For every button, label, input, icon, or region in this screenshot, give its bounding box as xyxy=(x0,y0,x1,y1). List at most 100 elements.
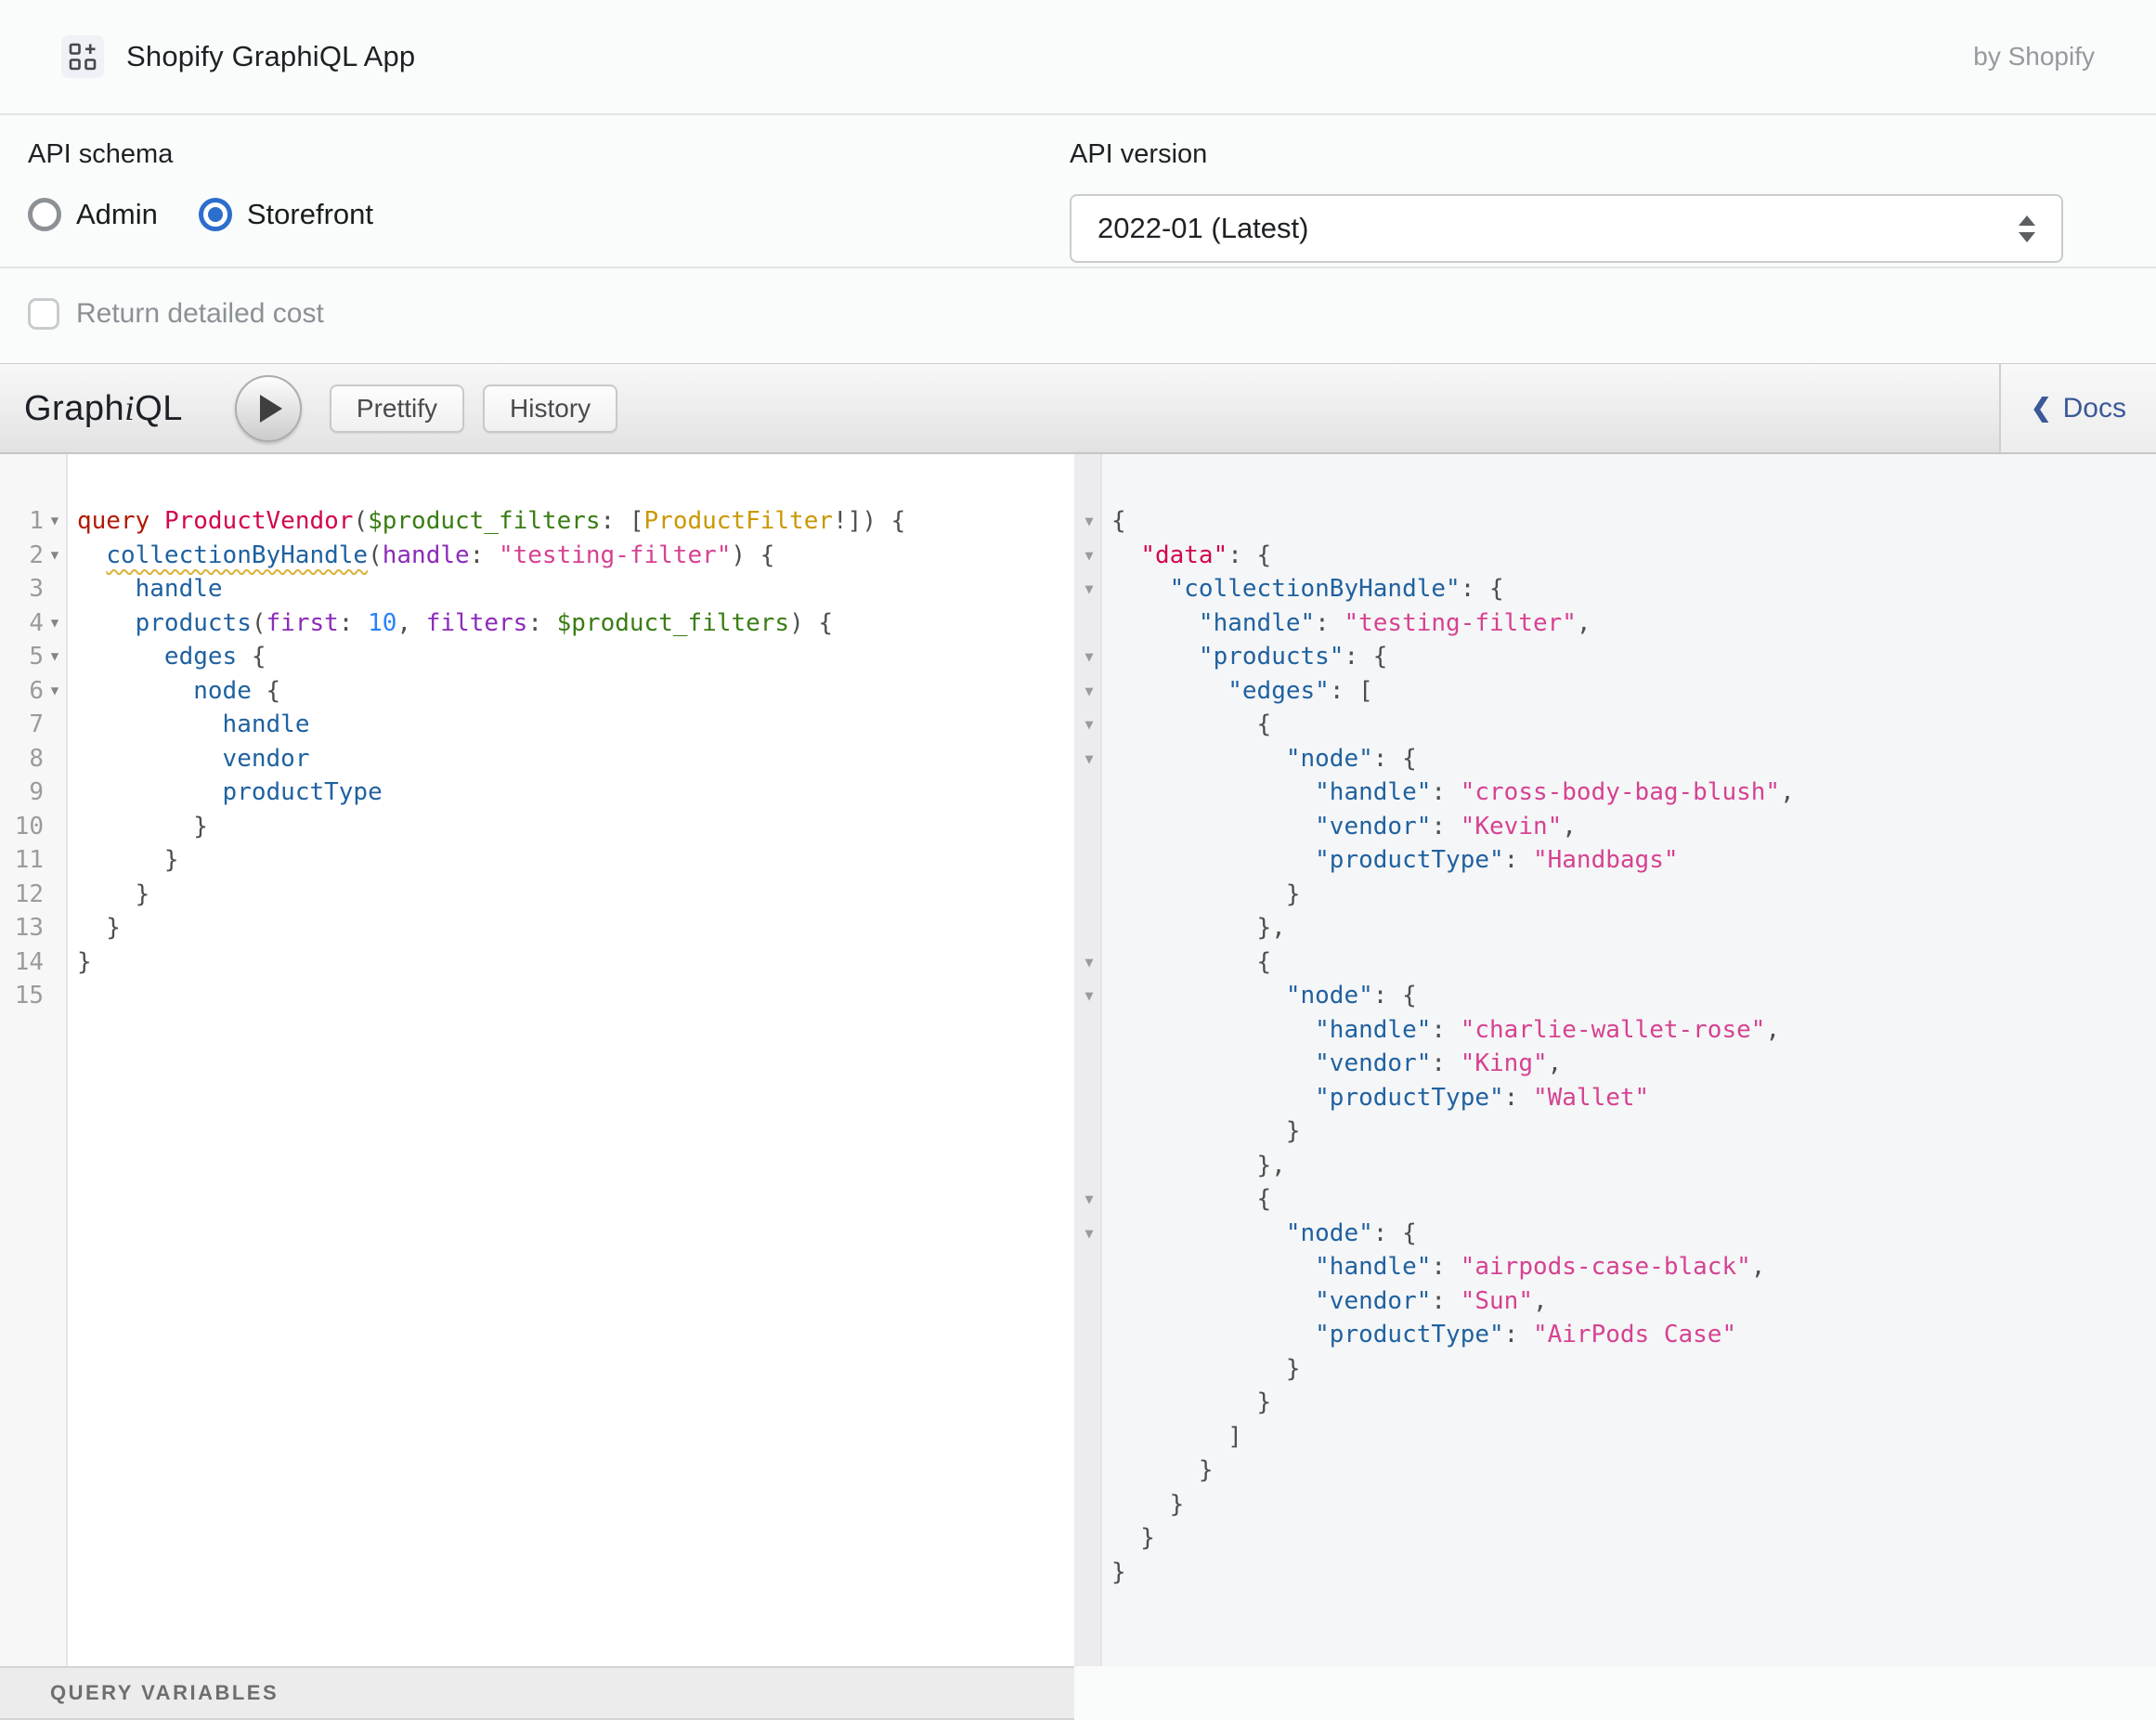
query-pane: 1▼2▼34▼5▼6▼789101112131415 query Product… xyxy=(0,454,1074,1666)
code-text: "node": { xyxy=(1104,742,1417,776)
code-line: handle xyxy=(77,572,1074,606)
query-variables-header[interactable]: QUERY VARIABLES xyxy=(0,1666,1074,1720)
api-version-select[interactable]: 2022-01 (Latest) xyxy=(1070,194,2063,263)
execute-button[interactable] xyxy=(235,375,302,442)
fold-arrow-icon[interactable]: ▼ xyxy=(1074,1182,1104,1217)
fold-arrow-empty xyxy=(44,945,66,980)
fold-arrow-icon[interactable]: ▼ xyxy=(1074,979,1104,1013)
code-line: } xyxy=(77,945,1074,980)
code-text: "productType": "AirPods Case" xyxy=(1104,1318,1736,1352)
fold-arrow-icon[interactable]: ▼ xyxy=(1074,742,1104,776)
code-line: "vendor": "Sun", xyxy=(1074,1284,2156,1319)
code-text: "collectionByHandle": { xyxy=(1104,572,1504,606)
code-line: } xyxy=(77,810,1074,844)
fold-arrow-icon[interactable]: ▼ xyxy=(1074,572,1104,606)
code-text: "productType": "Handbags" xyxy=(1104,843,1679,878)
response-pane[interactable]: ▼{▼ "data": {▼ "collectionByHandle": { "… xyxy=(1074,454,2156,1666)
code-line: } xyxy=(77,843,1074,878)
code-text: ] xyxy=(1104,1420,1242,1454)
code-line: "productType": "AirPods Case" xyxy=(1074,1318,2156,1352)
fold-arrow-empty xyxy=(44,572,66,606)
app-header: Shopify GraphiQL App by Shopify xyxy=(0,0,2156,115)
radio-admin-circle[interactable] xyxy=(28,198,61,231)
code-text: "node": { xyxy=(1104,979,1417,1013)
code-line: } xyxy=(77,911,1074,945)
code-text: "handle": "testing-filter", xyxy=(1104,606,1591,641)
fold-arrow-icon[interactable]: ▼ xyxy=(1074,1217,1104,1251)
fold-arrow-empty xyxy=(1074,1386,1104,1420)
line-number: 12 xyxy=(0,878,44,912)
gutter-line: 11 xyxy=(0,843,66,878)
fold-arrow-empty xyxy=(1074,1013,1104,1048)
play-icon xyxy=(260,395,282,423)
fold-arrow-empty xyxy=(44,911,66,945)
fold-arrow-empty xyxy=(1074,606,1104,641)
code-text: "node": { xyxy=(1104,1217,1417,1251)
fold-arrow-empty xyxy=(1074,1556,1104,1590)
return-detailed-cost-checkbox[interactable] xyxy=(28,298,59,330)
code-line: productType xyxy=(77,775,1074,810)
code-line: edges { xyxy=(77,640,1074,674)
fold-arrow-icon[interactable]: ▼ xyxy=(44,674,66,709)
line-number: 10 xyxy=(0,810,44,844)
byline: by Shopify xyxy=(1973,42,2095,72)
gutter-line: 10 xyxy=(0,810,66,844)
fold-arrow-icon[interactable]: ▼ xyxy=(1074,708,1104,742)
code-line: ▼{ xyxy=(1074,504,2156,539)
code-text: } xyxy=(1104,1556,1126,1590)
line-number: 11 xyxy=(0,843,44,878)
radio-admin[interactable]: Admin xyxy=(28,198,158,231)
fold-arrow-icon[interactable]: ▼ xyxy=(44,640,66,674)
shopify-graphiql-app-window: Shopify GraphiQL App by Shopify API sche… xyxy=(0,0,2156,1666)
docs-button[interactable]: ❮ Docs xyxy=(1999,364,2156,452)
gutter-line: 5▼ xyxy=(0,640,66,674)
fold-arrow-icon[interactable]: ▼ xyxy=(1074,945,1104,980)
fold-arrow-icon[interactable]: ▼ xyxy=(44,539,66,573)
line-number: 9 xyxy=(0,775,44,810)
query-code[interactable]: query ProductVendor($product_filters: [P… xyxy=(68,454,1074,1666)
fold-arrow-icon[interactable]: ▼ xyxy=(44,606,66,641)
response-code: ▼{▼ "data": {▼ "collectionByHandle": { "… xyxy=(1074,454,2156,1589)
code-line xyxy=(77,979,1074,1013)
fold-arrow-empty xyxy=(1074,1420,1104,1454)
fold-arrow-icon[interactable]: ▼ xyxy=(1074,640,1104,674)
code-line: ▼ { xyxy=(1074,1182,2156,1217)
code-text: } xyxy=(1104,1521,1155,1556)
code-line: } xyxy=(77,878,1074,912)
code-line: "vendor": "Kevin", xyxy=(1074,810,2156,844)
code-line: "handle": "testing-filter", xyxy=(1074,606,2156,641)
code-line: } xyxy=(1074,878,2156,912)
query-gutter: 1▼2▼34▼5▼6▼789101112131415 xyxy=(0,454,68,1666)
fold-arrow-empty xyxy=(1074,1488,1104,1522)
fold-arrow-icon[interactable]: ▼ xyxy=(1074,504,1104,539)
query-editor[interactable]: 1▼2▼34▼5▼6▼789101112131415 query Product… xyxy=(0,454,1074,1666)
code-text: { xyxy=(1104,945,1271,980)
radio-storefront[interactable]: Storefront xyxy=(199,198,373,231)
code-text: "handle": "airpods-case-black", xyxy=(1104,1250,1765,1284)
radio-storefront-circle[interactable] xyxy=(199,198,232,231)
graphiql-toolbar: GraphiQL Prettify History ❮ Docs xyxy=(0,363,2156,454)
line-number: 4 xyxy=(0,606,44,641)
history-button[interactable]: History xyxy=(483,384,617,433)
line-number: 3 xyxy=(0,572,44,606)
fold-arrow-icon[interactable]: ▼ xyxy=(1074,674,1104,709)
fold-arrow-icon[interactable]: ▼ xyxy=(44,504,66,539)
code-line: "handle": "charlie-wallet-rose", xyxy=(1074,1013,2156,1048)
line-number: 14 xyxy=(0,945,44,980)
code-line: ] xyxy=(1074,1420,2156,1454)
fold-arrow-empty xyxy=(1074,843,1104,878)
fold-arrow-icon[interactable]: ▼ xyxy=(1074,539,1104,573)
line-number: 15 xyxy=(0,979,44,1013)
code-line: ▼ "collectionByHandle": { xyxy=(1074,572,2156,606)
gutter-line: 7 xyxy=(0,708,66,742)
code-line: ▼ "edges": [ xyxy=(1074,674,2156,709)
code-line: "productType": "Handbags" xyxy=(1074,843,2156,878)
code-line: } xyxy=(1074,1488,2156,1522)
code-text: "handle": "cross-body-bag-blush", xyxy=(1104,775,1795,810)
return-detailed-cost-row: Return detailed cost xyxy=(0,268,2156,363)
prettify-button[interactable]: Prettify xyxy=(330,384,464,433)
select-arrows-icon xyxy=(2019,215,2035,242)
fold-arrow-empty xyxy=(1074,1453,1104,1488)
code-line: ▼ "node": { xyxy=(1074,1217,2156,1251)
code-text: "edges": [ xyxy=(1104,674,1373,709)
